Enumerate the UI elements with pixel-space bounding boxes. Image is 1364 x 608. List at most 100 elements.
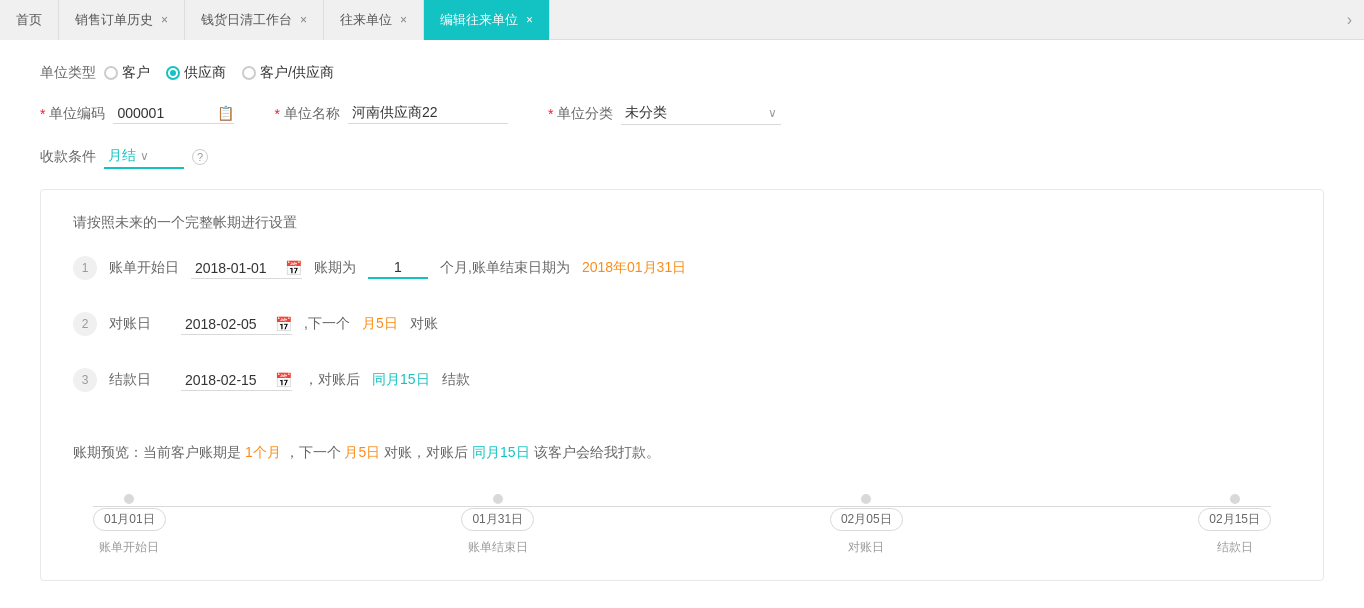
row-number-2: 2 — [73, 312, 97, 336]
timeline-points: 01月01日 账单开始日 01月31日 账单结束日 — [93, 494, 1271, 556]
row-desc-2-suffix: 对账 — [410, 315, 438, 333]
payment-condition-field: 月结 ∨ ? — [104, 145, 208, 169]
row-label-3: 结款日 — [109, 371, 169, 389]
timeline-dot-2 — [493, 494, 503, 504]
radio-both[interactable]: 客户/供应商 — [242, 64, 334, 82]
timeline-dot-1 — [124, 494, 134, 504]
row-desc-3-suffix: 结款 — [442, 371, 470, 389]
tab-sales-history-close[interactable]: × — [161, 13, 168, 27]
payment-date-calendar-icon[interactable]: 📅 — [275, 372, 292, 388]
unit-name-group: * 单位名称 — [274, 103, 507, 124]
main-content: 单位类型 客户 供应商 客户/供应商 * 单位编码 — [0, 40, 1364, 608]
payment-condition-value: 月结 — [108, 147, 136, 165]
tab-edit-partner[interactable]: 编辑往来单位 × — [424, 0, 550, 40]
radio-both-label: 客户/供应商 — [260, 64, 334, 82]
unit-info-row: * 单位编码 📋 * 单位名称 * 单位分类 未分类 ∨ — [40, 102, 1324, 125]
timeline-point-4: 02月15日 结款日 — [1198, 494, 1271, 556]
unit-code-field: 📋 — [113, 103, 234, 124]
unit-name-label: 单位名称 — [284, 105, 340, 123]
start-date-input[interactable] — [191, 258, 281, 278]
tab-cash-work-label: 钱货日清工作台 — [201, 11, 292, 29]
tab-partner-label: 往来单位 — [340, 11, 392, 29]
preview-mid2: 对账，对账后 — [384, 444, 468, 460]
unit-category-select[interactable]: 未分类 ∨ — [621, 102, 781, 125]
payment-condition-group: 收款条件 月结 ∨ ? — [40, 145, 208, 169]
unit-code-group: * 单位编码 📋 — [40, 103, 234, 124]
radio-customer-circle — [104, 66, 118, 80]
row-number-1: 1 — [73, 256, 97, 280]
unit-type-group: 单位类型 客户 供应商 客户/供应商 — [40, 64, 334, 82]
radio-supplier-circle — [166, 66, 180, 80]
timeline-label-1: 账单开始日 — [99, 539, 159, 556]
unit-category-required: * — [548, 106, 553, 122]
timeline-label-3: 对账日 — [848, 539, 884, 556]
tab-sales-history[interactable]: 销售订单历史 × — [59, 0, 185, 40]
timeline-point-3: 02月05日 对账日 — [830, 494, 903, 556]
unit-category-group: * 单位分类 未分类 ∨ — [548, 102, 781, 125]
radio-both-circle — [242, 66, 256, 80]
tab-sales-history-label: 销售订单历史 — [75, 11, 153, 29]
tab-edit-partner-label: 编辑往来单位 — [440, 11, 518, 29]
preview-mid1: ，下一个 — [285, 444, 341, 460]
timeline-point-1: 01月01日 账单开始日 — [93, 494, 166, 556]
timeline-label-2: 账单结束日 — [468, 539, 528, 556]
radio-supplier-label: 供应商 — [184, 64, 226, 82]
radio-supplier[interactable]: 供应商 — [166, 64, 226, 82]
tab-cash-work[interactable]: 钱货日清工作台 × — [185, 0, 324, 40]
setting-row-3: 3 结款日 📅 ，对账后 同月15日 结款 — [73, 368, 1291, 392]
unit-code-required: * — [40, 106, 45, 122]
unit-code-label: 单位编码 — [49, 105, 105, 123]
row-desc-3-prefix: ，对账后 — [304, 371, 360, 389]
row-number-3: 3 — [73, 368, 97, 392]
payment-same-month: 同月15日 — [372, 371, 430, 389]
radio-customer[interactable]: 客户 — [104, 64, 150, 82]
row-desc-1-prefix: 账期为 — [314, 259, 356, 277]
preview-text: 账期预览：当前客户账期是 1个月 ，下一个 月5日 对账，对账后 同月15日 该… — [73, 444, 1291, 462]
tab-home[interactable]: 首页 — [0, 0, 59, 40]
card-section: 请按照未来的一个完整帐期进行设置 1 账单开始日 📅 账期为 个月,账单结束日期… — [40, 189, 1324, 581]
payment-date-input[interactable] — [181, 370, 271, 390]
timeline-dot-3 — [861, 494, 871, 504]
timeline-badge-4: 02月15日 — [1198, 508, 1271, 531]
payment-condition-label: 收款条件 — [40, 148, 96, 166]
tab-edit-partner-close[interactable]: × — [526, 13, 533, 27]
tab-partner-close[interactable]: × — [400, 13, 407, 27]
tab-cash-work-close[interactable]: × — [300, 13, 307, 27]
row-label-1: 账单开始日 — [109, 259, 179, 277]
unit-name-input[interactable] — [348, 103, 508, 124]
unit-category-label: 单位分类 — [557, 105, 613, 123]
timeline-container: 01月01日 账单开始日 01月31日 账单结束日 — [73, 494, 1291, 556]
card-title: 请按照未来的一个完整帐期进行设置 — [73, 214, 1291, 232]
row-desc-2-prefix: ,下一个 — [304, 315, 350, 333]
preview-payment-day: 同月15日 — [472, 444, 530, 460]
setting-row-2: 2 对账日 📅 ,下一个 月5日 对账 — [73, 312, 1291, 336]
row-desc-1-suffix: 个月,账单结束日期为 — [440, 259, 570, 277]
unit-name-required: * — [274, 106, 279, 122]
payment-help-icon[interactable]: ? — [192, 149, 208, 165]
timeline-badge-2: 01月31日 — [461, 508, 534, 531]
tab-partner[interactable]: 往来单位 × — [324, 0, 424, 40]
unit-category-value: 未分类 — [625, 104, 760, 122]
period-end-date: 2018年01月31日 — [582, 259, 686, 277]
preview-suffix: 该客户会给我打款。 — [534, 444, 660, 460]
tab-more-button[interactable]: › — [1335, 11, 1364, 29]
reconcile-month-day: 月5日 — [362, 315, 398, 333]
reconcile-date-calendar-icon[interactable]: 📅 — [275, 316, 292, 332]
timeline-badge-3: 02月05日 — [830, 508, 903, 531]
payment-condition-select[interactable]: 月结 ∨ — [104, 145, 184, 169]
preview-reconcile-day: 月5日 — [344, 444, 380, 460]
unit-code-calendar-icon[interactable]: 📋 — [217, 105, 234, 121]
reconcile-date-input[interactable] — [181, 314, 271, 334]
payment-date-input-wrap: 📅 — [181, 370, 292, 391]
tab-bar: 首页 销售订单历史 × 钱货日清工作台 × 往来单位 × 编辑往来单位 × › — [0, 0, 1364, 40]
unit-code-input[interactable] — [113, 103, 213, 123]
start-date-input-wrap: 📅 — [191, 258, 302, 279]
preview-prefix: 账期预览：当前客户账期是 — [73, 444, 241, 460]
unit-category-arrow-icon: ∨ — [768, 106, 777, 120]
reconcile-date-input-wrap: 📅 — [181, 314, 292, 335]
preview-period: 1个月 — [245, 444, 281, 460]
start-date-calendar-icon[interactable]: 📅 — [285, 260, 302, 276]
payment-condition-row: 收款条件 月结 ∨ ? — [40, 145, 1324, 169]
period-input[interactable] — [368, 257, 428, 279]
timeline-badge-1: 01月01日 — [93, 508, 166, 531]
